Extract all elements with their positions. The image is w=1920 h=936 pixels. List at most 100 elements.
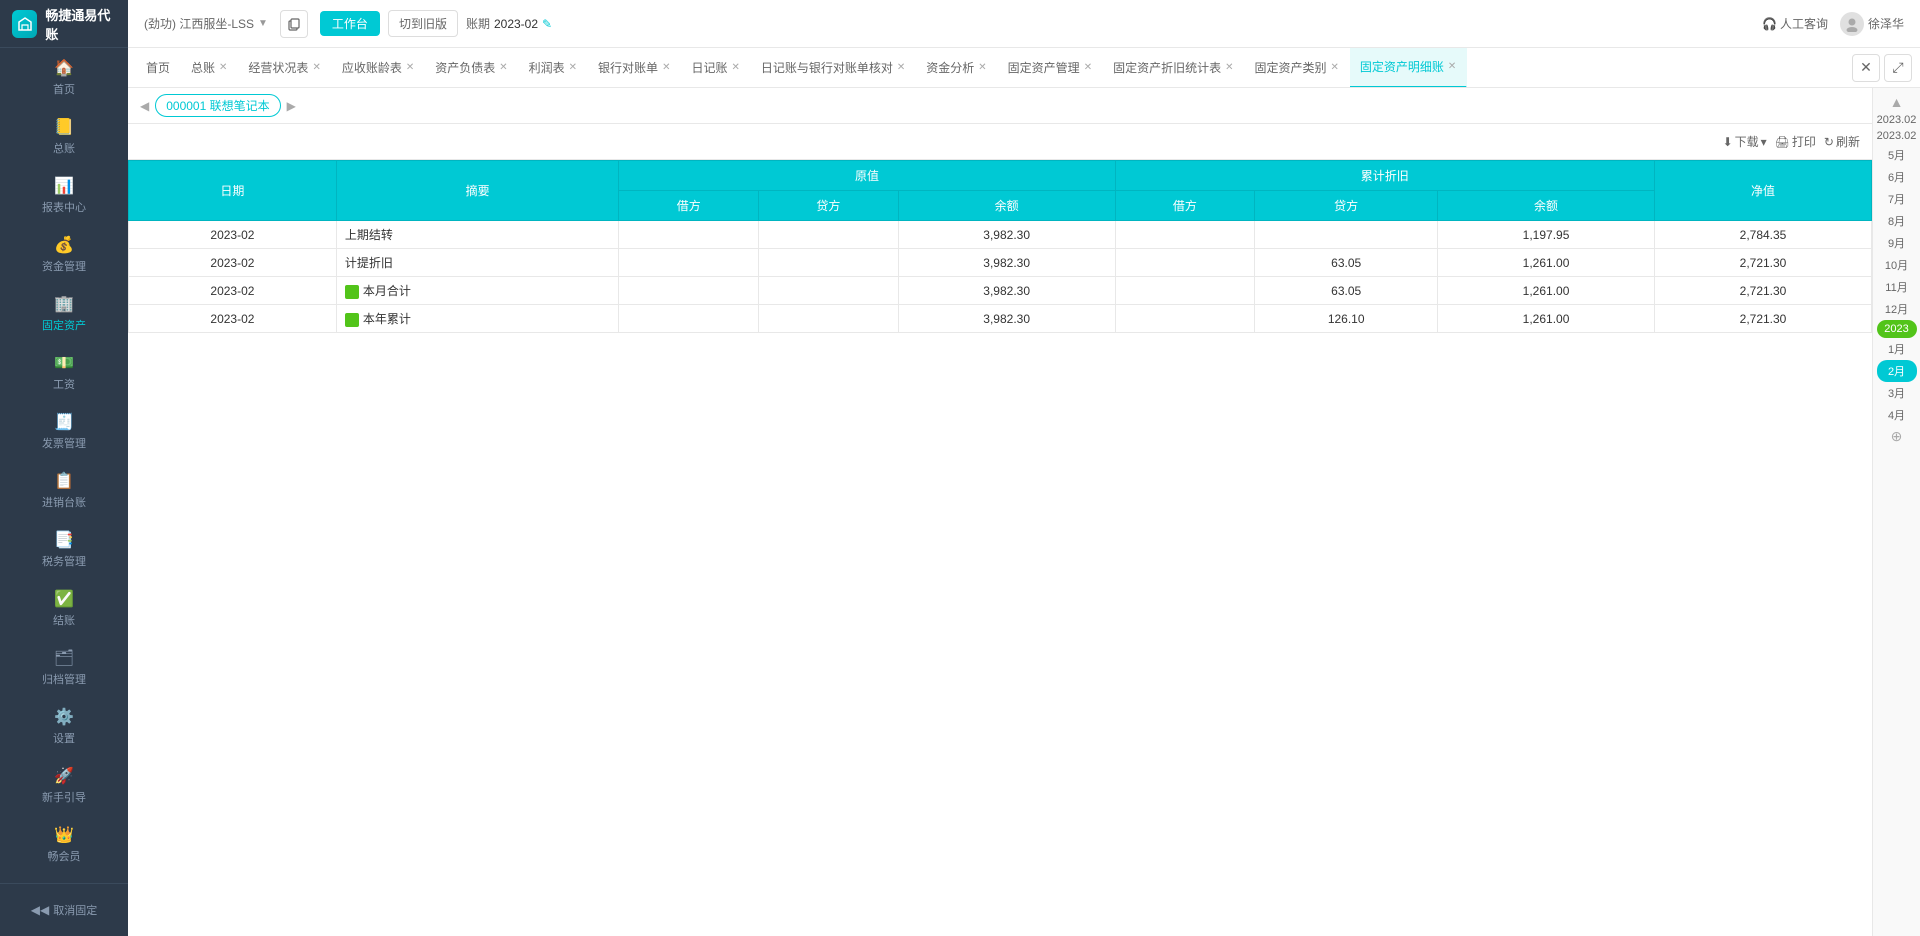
tab-fund-analysis-close[interactable]: ✕ [978, 62, 986, 73]
company-selector[interactable]: (劲功) 江西服坐-LSS ▼ [144, 15, 268, 32]
sidebar-label-reports: 报表中心 [42, 199, 86, 215]
sidebar-label-home: 首页 [53, 81, 75, 97]
tab-bank-statement-close[interactable]: ✕ [662, 62, 670, 73]
subnav-prev-icon[interactable]: ◀ [140, 99, 149, 113]
tab-fixed-detail-close[interactable]: ✕ [1448, 61, 1456, 72]
tab-assets-liabilities-close[interactable]: ✕ [499, 62, 507, 73]
tab-assets-liabilities[interactable]: 资产负债表 ✕ [425, 48, 518, 88]
table-cell: 2023-02 [129, 249, 337, 277]
download-button[interactable]: ⬇ 下载 ▾ [1723, 133, 1767, 150]
table-cell: 2,721.30 [1655, 249, 1872, 277]
tab-operation[interactable]: 经营状况表 ✕ [238, 48, 331, 88]
table-cell: 3,982.30 [898, 305, 1115, 333]
tab-home[interactable]: 首页 [136, 48, 181, 88]
sidebar-item-invoice[interactable]: 🧾 发票管理 [0, 402, 128, 461]
tab-operation-close[interactable]: ✕ [312, 62, 320, 73]
timeline-month-5[interactable]: 5月 [1877, 144, 1917, 166]
old-version-button[interactable]: 切到旧版 [388, 10, 458, 37]
tab-fixed-type-label: 固定资产类别 [1254, 59, 1326, 76]
tab-journal-bank-check[interactable]: 日记账与银行对账单核对 ✕ [751, 48, 916, 88]
tab-ledger-close[interactable]: ✕ [219, 62, 227, 73]
tab-receivable-close[interactable]: ✕ [406, 62, 414, 73]
logo-text: 畅捷通易代账 [45, 5, 116, 43]
timeline-month-12[interactable]: 12月 [1877, 298, 1917, 320]
timeline-month-3[interactable]: 3月 [1877, 382, 1917, 404]
timeline-month-4[interactable]: 4月 [1877, 404, 1917, 426]
closing-icon: ✅ [54, 589, 74, 609]
tab-journal-close[interactable]: ✕ [731, 62, 739, 73]
sidebar-item-home[interactable]: 🏠 首页 [0, 48, 128, 107]
sidebar-item-ledger[interactable]: 📒 总账 [0, 107, 128, 166]
download-label: 下载 [1735, 133, 1759, 150]
timeline-month-7[interactable]: 7月 [1877, 188, 1917, 210]
tabs-expand-button[interactable]: ⤢ [1884, 54, 1912, 82]
tab-fixed-mgmt[interactable]: 固定资产管理 ✕ [998, 48, 1103, 88]
sidebar-item-closing[interactable]: ✅ 结账 [0, 579, 128, 638]
invoice-icon: 🧾 [54, 412, 74, 432]
period-edit-icon[interactable]: ✎ [542, 17, 552, 31]
tab-journal-bank-check-close[interactable]: ✕ [897, 62, 905, 73]
print-button[interactable]: 🖨 打印 [1775, 133, 1816, 150]
tab-profit-close[interactable]: ✕ [569, 62, 577, 73]
tab-fixed-type[interactable]: 固定资产类别 ✕ [1244, 48, 1349, 88]
timeline-month-11[interactable]: 11月 [1877, 276, 1917, 298]
sidebar-item-tax[interactable]: 📑 税务管理 [0, 520, 128, 579]
tab-fixed-mgmt-close[interactable]: ✕ [1084, 62, 1092, 73]
refresh-button[interactable]: ↻ 刷新 [1824, 133, 1860, 150]
table-cell: 2,784.35 [1655, 221, 1872, 249]
tab-fixed-detail[interactable]: 固定资产明细账 ✕ [1350, 48, 1467, 88]
timeline-month-1[interactable]: 1月 [1877, 338, 1917, 360]
tab-receivable[interactable]: 应收账龄表 ✕ [332, 48, 425, 88]
sidebar-item-sales[interactable]: 📋 进销台账 [0, 461, 128, 520]
table-cell [1115, 277, 1255, 305]
timeline-month-6[interactable]: 6月 [1877, 166, 1917, 188]
table-cell [1115, 305, 1255, 333]
table-cell-description: 上期结转 [336, 221, 619, 249]
sidebar-item-settings[interactable]: ⚙️ 设置 [0, 697, 128, 756]
copy-button[interactable] [280, 10, 308, 38]
workbench-button[interactable]: 工作台 [320, 11, 380, 36]
subnav-next-icon[interactable]: ▶ [287, 99, 296, 113]
tab-ledger[interactable]: 总账 ✕ [181, 48, 238, 88]
refresh-icon: ↻ [1824, 135, 1834, 149]
timeline-year-label-2: 2023.02 [1873, 128, 1920, 144]
tab-profit[interactable]: 利润表 ✕ [519, 48, 588, 88]
period-value: 2023-02 [494, 17, 538, 31]
sidebar-item-vip[interactable]: 👑 畅会员 [0, 815, 128, 874]
main-panel: ◀ 000001 联想笔记本 ▶ ⬇ 下载 ▾ 🖨 打印 ↻ [128, 88, 1872, 936]
tab-depreciation-stat[interactable]: 固定资产折旧统计表 ✕ [1103, 48, 1244, 88]
table-cell: 3,982.30 [898, 249, 1115, 277]
timeline-month-8[interactable]: 8月 [1877, 210, 1917, 232]
tab-bank-statement-label: 银行对账单 [598, 59, 658, 76]
sidebar-item-reports[interactable]: 📊 报表中心 [0, 166, 128, 225]
timeline-month-2-active[interactable]: 2月 [1877, 360, 1917, 382]
tab-depreciation-stat-close[interactable]: ✕ [1225, 62, 1233, 73]
timeline-panel: ▲ 2023.02 2023.02 5月 6月 7月 8月 9月 10月 11月… [1872, 88, 1920, 936]
timeline-month-9[interactable]: 9月 [1877, 232, 1917, 254]
sidebar-item-guide[interactable]: 🚀 新手引导 [0, 756, 128, 815]
user-name: 徐泽华 [1868, 15, 1904, 32]
cancel-fixed-button[interactable]: ◀◀ 取消固定 [0, 894, 128, 926]
tab-fund-analysis[interactable]: 资金分析 ✕ [916, 48, 997, 88]
panel-toolbar: ⬇ 下载 ▾ 🖨 打印 ↻ 刷新 [128, 124, 1872, 160]
table-cell: 2,721.30 [1655, 305, 1872, 333]
tab-bank-statement[interactable]: 银行对账单 ✕ [588, 48, 681, 88]
timeline-month-10[interactable]: 10月 [1877, 254, 1917, 276]
timeline-more-icon[interactable]: ⊕ [1889, 426, 1905, 447]
tab-fixed-type-close[interactable]: ✕ [1331, 62, 1339, 73]
sidebar-item-fixed-assets[interactable]: 🏢 固定资产 [0, 284, 128, 343]
table-cell [759, 277, 899, 305]
timeline-scroll-up[interactable]: ▲ [1888, 92, 1906, 112]
sidebar-item-archive[interactable]: 🗂 归档管理 [0, 638, 128, 697]
tab-journal[interactable]: 日记账 ✕ [681, 48, 750, 88]
timeline-year-2023-tag[interactable]: 2023 [1877, 320, 1917, 338]
sidebar-item-salary[interactable]: 💵 工资 [0, 343, 128, 402]
sidebar-item-funds[interactable]: 💰 资金管理 [0, 225, 128, 284]
sidebar-label-ledger: 总账 [53, 140, 75, 156]
th-depreciation: 累计折旧 [1115, 161, 1654, 191]
tabs-close-all-button[interactable]: ✕ [1852, 54, 1880, 82]
tab-fund-analysis-label: 资金分析 [926, 59, 974, 76]
user-button[interactable]: 徐泽华 [1840, 12, 1904, 36]
service-button[interactable]: 🎧 人工客询 [1762, 15, 1828, 32]
table-cell: 1,261.00 [1438, 305, 1655, 333]
